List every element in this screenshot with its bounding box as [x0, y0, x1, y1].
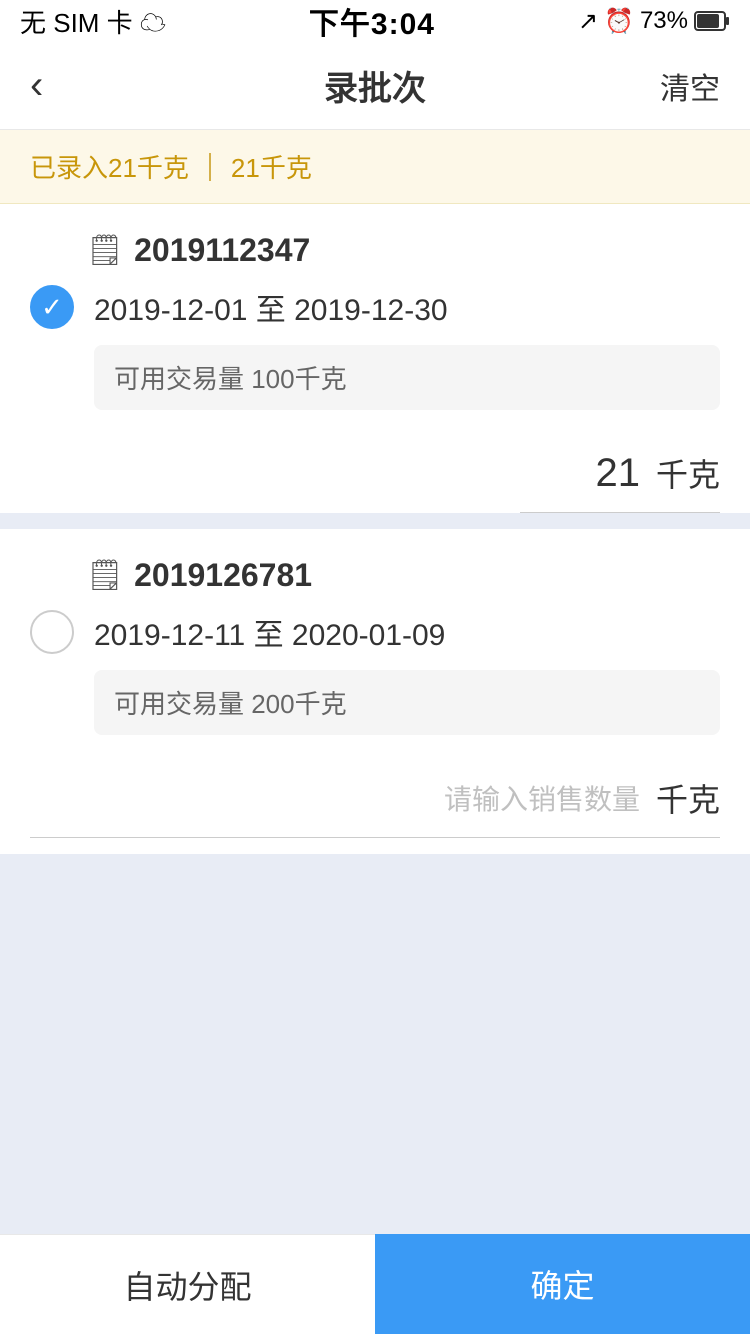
batch-2-id-icon: 🗒	[86, 558, 124, 593]
battery-label: 73%	[640, 7, 688, 35]
batch-1-available: 可用交易量 100千克	[94, 345, 720, 410]
batch-2-input-row: 请输入销售数量 千克	[0, 755, 750, 837]
nav-bar: ‹ 录批次 清空	[0, 42, 750, 130]
no-sim-label: 无 SIM 卡 ☁	[20, 3, 166, 40]
batch-1-id-icon: 🗒	[86, 233, 124, 268]
batch-2-card: 🗒 2019126781 2019-12-11 至 2020-01-09 可用交…	[0, 529, 750, 755]
batch-1-quantity-input[interactable]	[520, 451, 640, 496]
batch-1-date-row: ✓ 2019-12-01 至 2019-12-30	[30, 285, 720, 329]
batch-1-id-row: 🗒 2019112347	[30, 232, 720, 269]
batch-2-input-placeholder: 请输入销售数量	[444, 778, 640, 818]
batch-2-available: 可用交易量 200千克	[94, 670, 720, 735]
status-right: ↗ ⏰ 73%	[578, 7, 730, 36]
batch-2-unit: 千克	[656, 775, 720, 821]
back-button[interactable]: ‹	[30, 63, 90, 108]
alarm-icon: ⏰	[604, 7, 634, 36]
batch-1-id: 2019112347	[134, 232, 310, 269]
recorded-label: 已录入21千克	[30, 148, 189, 185]
batch-1-unit: 千克	[656, 450, 720, 496]
recorded-value: 21千克	[231, 148, 312, 185]
batch-2-quantity-section: 请输入销售数量 千克	[0, 755, 750, 854]
check-icon: ✓	[41, 292, 63, 323]
info-banner: 已录入21千克 21千克	[0, 130, 750, 204]
battery-icon	[694, 11, 730, 31]
batch-1-radio[interactable]: ✓	[30, 285, 74, 329]
confirm-button[interactable]: 确定	[375, 1234, 750, 1334]
batch-1-card: 🗒 2019112347 ✓ 2019-12-01 至 2019-12-30 可…	[0, 204, 750, 430]
section-separator	[0, 513, 750, 529]
batch-2-date-row: 2019-12-11 至 2020-01-09	[30, 610, 720, 654]
gps-icon: ↗	[578, 7, 598, 36]
bottom-bar: 自动分配 确定	[0, 1234, 750, 1334]
batch-2-id: 2019126781	[134, 557, 312, 594]
auto-distribute-button[interactable]: 自动分配	[0, 1234, 375, 1334]
batch-1-quantity-section: 千克	[0, 430, 750, 513]
banner-divider	[209, 153, 211, 181]
batch-2-id-row: 🗒 2019126781	[30, 557, 720, 594]
status-time: 下午3:04	[309, 0, 435, 43]
batch-2-date: 2019-12-11 至 2020-01-09	[94, 610, 445, 654]
status-left: 无 SIM 卡 ☁	[20, 3, 166, 40]
batch-1-quantity-row: 千克	[0, 430, 750, 512]
clear-button[interactable]: 清空	[660, 64, 720, 108]
batch-1-date: 2019-12-01 至 2019-12-30	[94, 285, 448, 329]
batch-2-radio[interactable]	[30, 610, 74, 654]
page-title: 录批次	[324, 61, 426, 110]
status-bar: 无 SIM 卡 ☁ 下午3:04 ↗ ⏰ 73%	[0, 0, 750, 42]
